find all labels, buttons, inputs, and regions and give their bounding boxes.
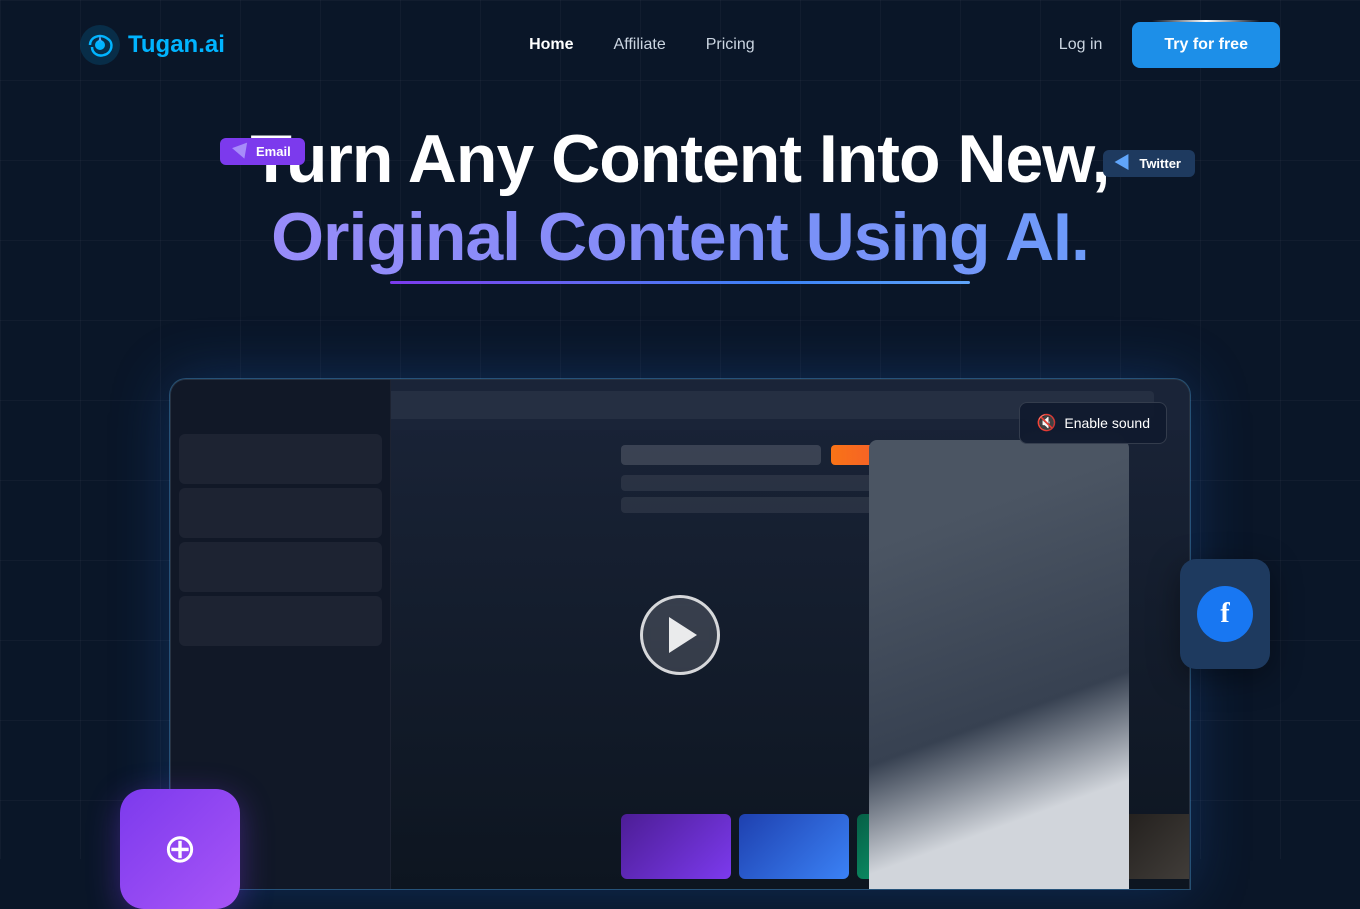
person-face bbox=[869, 440, 1129, 889]
logo-text: Tugan.ai bbox=[128, 31, 225, 59]
nav-links: Home Affiliate Pricing bbox=[529, 36, 755, 54]
try-for-free-button[interactable]: Try for free bbox=[1132, 22, 1280, 68]
app-icon: ⊕ bbox=[163, 826, 197, 872]
nav-right: Log in Try for free bbox=[1059, 22, 1280, 68]
sidebar-item bbox=[179, 488, 382, 538]
hero-title: Turn Any Content Into New, Original Cont… bbox=[0, 120, 1360, 276]
nav-home[interactable]: Home bbox=[529, 36, 573, 53]
video-wrapper: 🔇 Enable sound bbox=[170, 379, 1190, 889]
mute-icon: 🔇 bbox=[1036, 413, 1056, 433]
sidebar-item bbox=[179, 434, 382, 484]
sidebar-item bbox=[179, 596, 382, 646]
fake-person bbox=[869, 440, 1129, 889]
video-inner bbox=[171, 380, 1189, 889]
facebook-card: f bbox=[1180, 559, 1270, 669]
logo-link[interactable]: Tugan.ai bbox=[80, 25, 225, 65]
app-card: ⊕ bbox=[120, 789, 240, 909]
enable-sound-button[interactable]: 🔇 Enable sound bbox=[1019, 402, 1167, 444]
hero-section: Email Twitter Turn Any Content Into New,… bbox=[0, 90, 1360, 276]
logo-icon bbox=[80, 25, 120, 65]
navbar: Tugan.ai Home Affiliate Pricing Log in T… bbox=[0, 0, 1360, 90]
cursor-purple-icon bbox=[232, 142, 252, 161]
cursor-blue-icon bbox=[1115, 153, 1136, 173]
facebook-icon: f bbox=[1197, 586, 1253, 642]
video-container: 🔇 Enable sound f ⊕ bbox=[170, 379, 1190, 889]
twitter-badge: Twitter bbox=[1103, 150, 1195, 177]
sidebar-item bbox=[179, 542, 382, 592]
nav-pricing[interactable]: Pricing bbox=[706, 36, 755, 53]
play-button[interactable] bbox=[640, 595, 720, 675]
login-link[interactable]: Log in bbox=[1059, 36, 1103, 54]
nav-affiliate[interactable]: Affiliate bbox=[614, 36, 666, 53]
play-icon bbox=[669, 617, 697, 653]
email-badge: Email bbox=[220, 138, 305, 165]
